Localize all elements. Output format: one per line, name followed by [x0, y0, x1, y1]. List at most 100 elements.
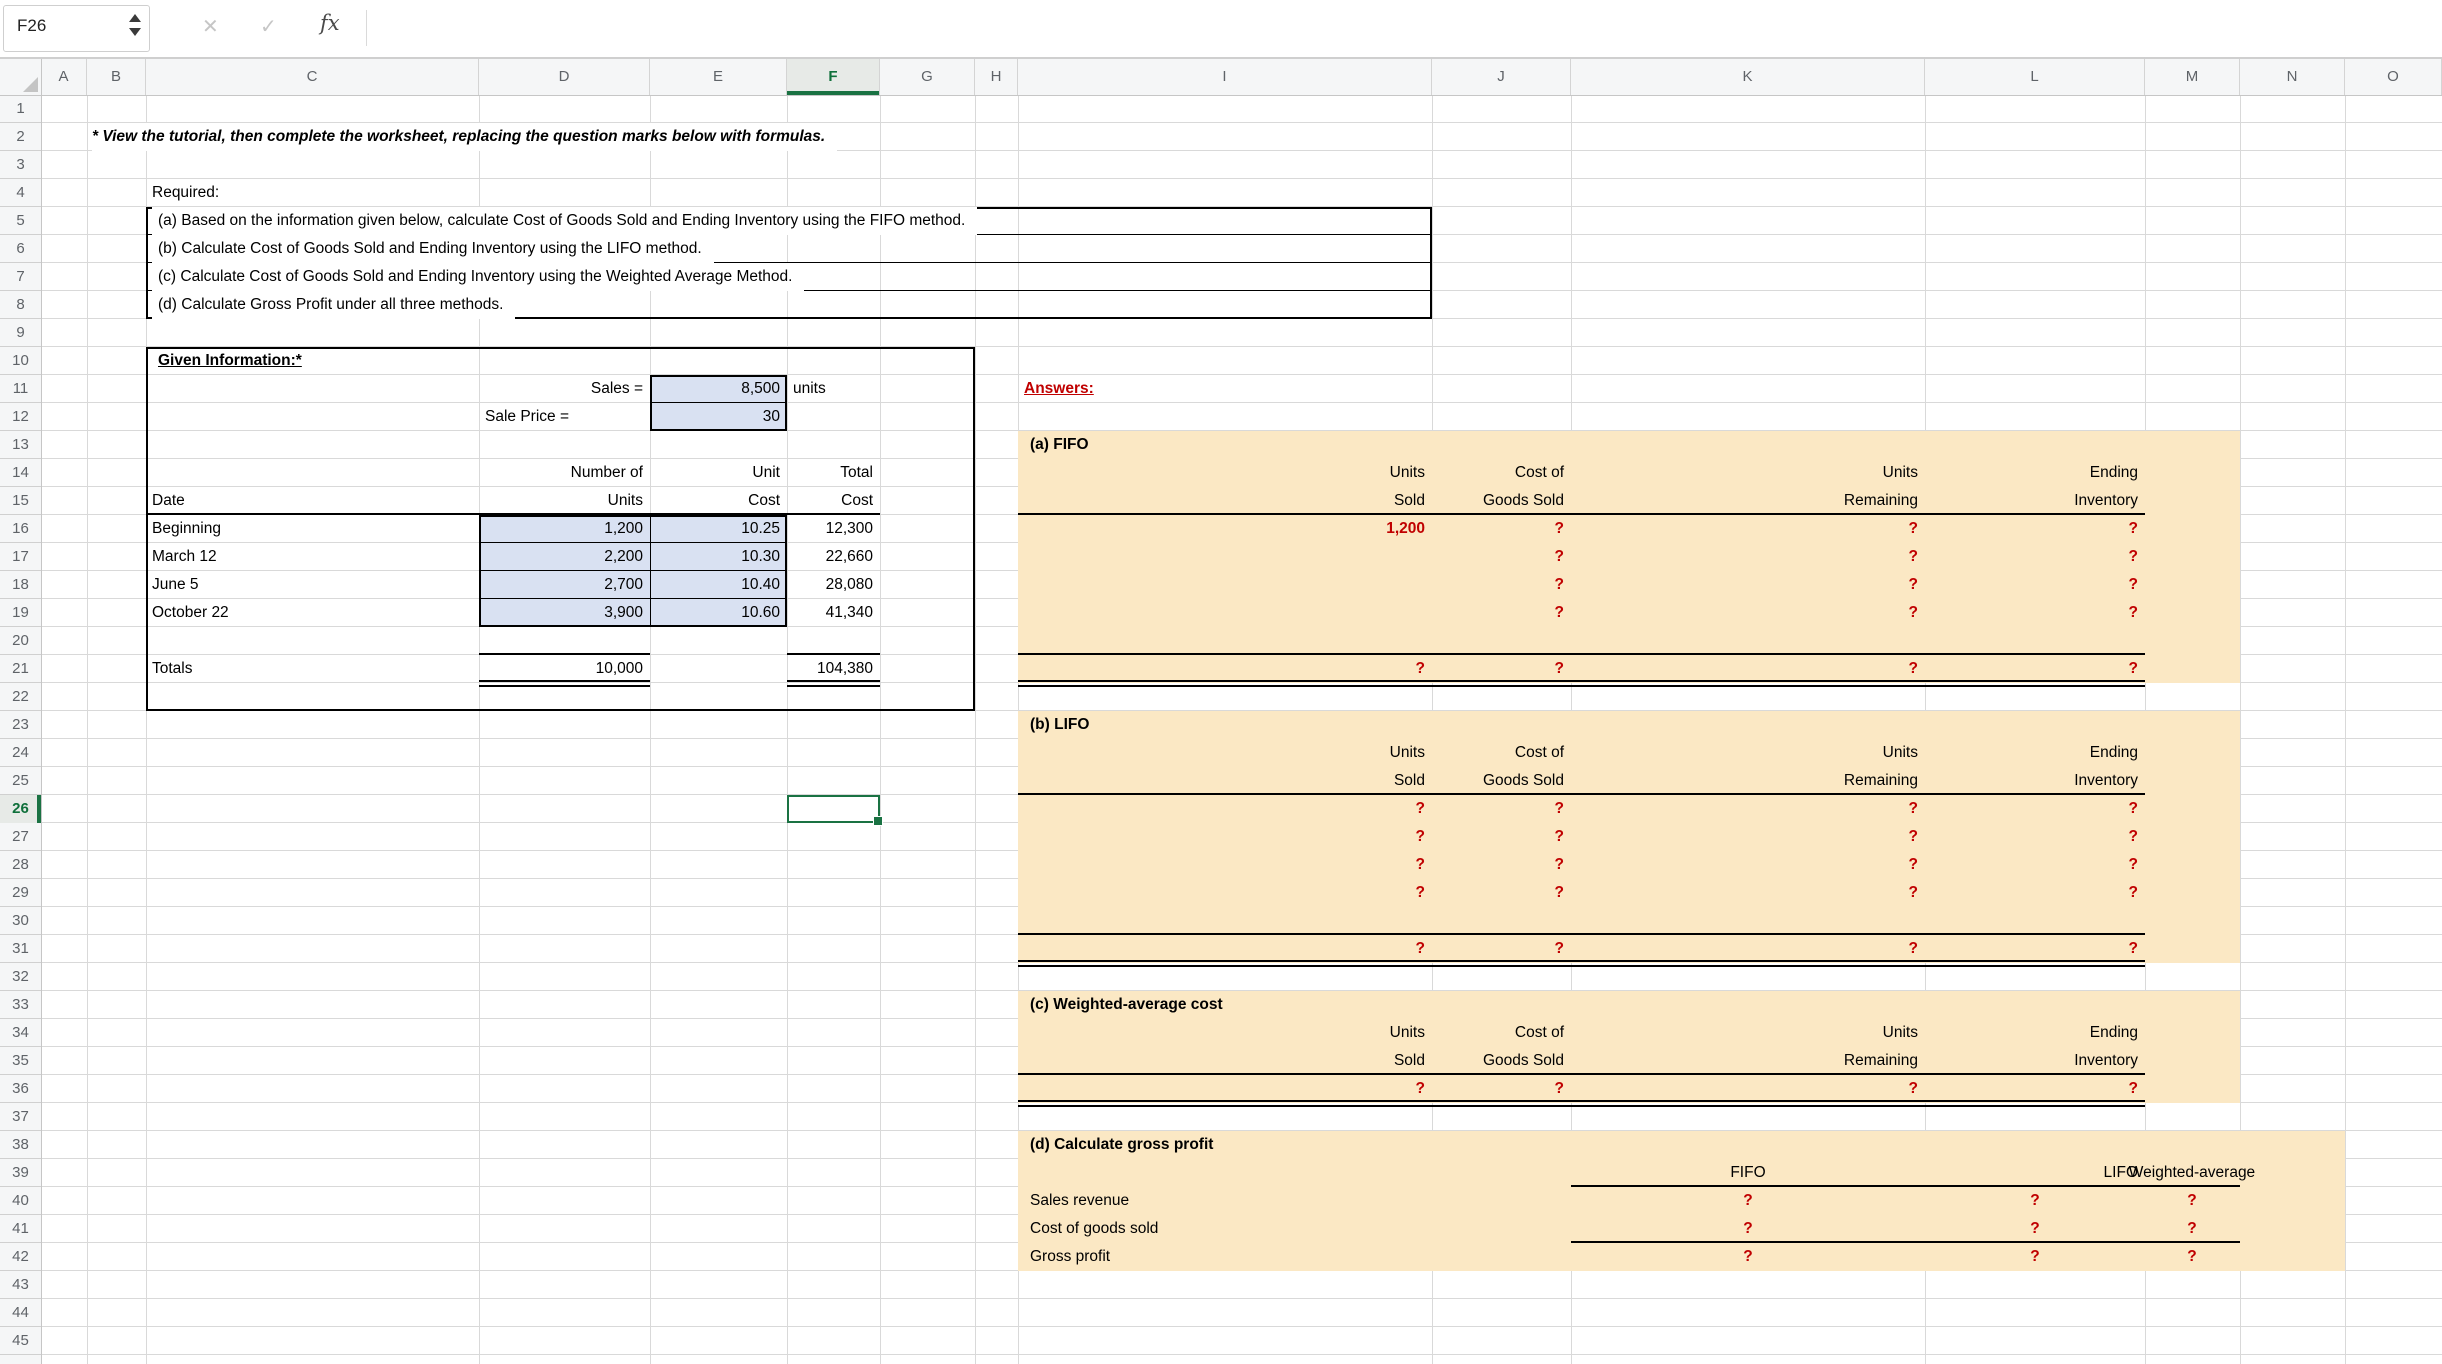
gp-label-sales-revenue[interactable]: Sales revenue [1024, 1187, 1129, 1215]
cell-date-2[interactable]: June 5 [146, 571, 479, 599]
row-header-8[interactable]: 8 [0, 291, 41, 319]
lifo-total-remaining[interactable]: ? [1571, 935, 1925, 963]
row-header-15[interactable]: 15 [0, 487, 41, 515]
col-header-units[interactable]: Units [479, 487, 650, 515]
row-header-35[interactable]: 35 [0, 1047, 41, 1075]
cell-date-3[interactable]: October 22 [146, 599, 479, 627]
row-header-11[interactable]: 11 [0, 375, 41, 403]
row-header-31[interactable]: 31 [0, 935, 41, 963]
cell-units-1[interactable]: 2,200 [479, 543, 650, 571]
row-header-3[interactable]: 3 [0, 151, 41, 179]
weighted-title[interactable]: (c) Weighted-average cost [1024, 991, 1223, 1019]
column-header-L[interactable]: L [1925, 58, 2145, 95]
formula-input[interactable] [380, 0, 2442, 55]
column-header-E[interactable]: E [650, 58, 787, 95]
fifo-r0-units-sold[interactable]: 1,200 [1018, 515, 1432, 543]
cell-instruction[interactable]: * View the tutorial, then complete the w… [92, 123, 837, 151]
lifo-r1-remaining[interactable]: ? [1571, 823, 1925, 851]
active-cell-selection[interactable] [787, 795, 880, 823]
fifo-r3-remaining[interactable]: ? [1571, 599, 1925, 627]
weighted-hdr-units[interactable]: Units [1018, 1019, 1432, 1047]
cell-unitcost-1[interactable]: 10.30 [650, 543, 787, 571]
row-header-43[interactable]: 43 [0, 1271, 41, 1299]
fifo-total-cogs[interactable]: ? [1432, 655, 1571, 683]
cell-sale-price-label[interactable]: Sale Price = [479, 403, 650, 431]
row-header-5[interactable]: 5 [0, 207, 41, 235]
column-header-K[interactable]: K [1571, 58, 1925, 95]
col-header-unit[interactable]: Unit [650, 459, 787, 487]
cell-unitcost-2[interactable]: 10.40 [650, 571, 787, 599]
lifo-r3-ending[interactable]: ? [1925, 879, 2145, 907]
gp-sales-wavg[interactable]: ? [2187, 1187, 2196, 1215]
row-header-2[interactable]: 2 [0, 123, 41, 151]
row-header-36[interactable]: 36 [0, 1075, 41, 1103]
row-header-33[interactable]: 33 [0, 991, 41, 1019]
lifo-r3-remaining[interactable]: ? [1571, 879, 1925, 907]
column-header-F[interactable]: F [787, 58, 880, 95]
lifo-r0-cogs[interactable]: ? [1432, 795, 1571, 823]
row-header-12[interactable]: 12 [0, 403, 41, 431]
gp-cogs-fifo[interactable]: ? [1743, 1215, 1752, 1243]
fifo-total-remaining[interactable]: ? [1571, 655, 1925, 683]
lifo-hdr-sold[interactable]: Sold [1018, 767, 1432, 795]
fifo-hdr-goods-sold[interactable]: Goods Sold [1432, 487, 1571, 515]
cell-totals-label[interactable]: Totals [146, 655, 479, 683]
gp-label-cogs[interactable]: Cost of goods sold [1024, 1215, 1158, 1243]
cell-required-item-a[interactable]: (a) Based on the information given below… [152, 207, 977, 235]
gp-hdr-fifo[interactable]: FIFO [1571, 1159, 1925, 1187]
lifo-r3-units-sold[interactable]: ? [1018, 879, 1432, 907]
row-header-7[interactable]: 7 [0, 263, 41, 291]
cell-required-item-c[interactable]: (c) Calculate Cost of Goods Sold and End… [152, 263, 804, 291]
column-header-H[interactable]: H [975, 58, 1018, 95]
cell-sales-label[interactable]: Sales = [479, 375, 650, 403]
column-header-B[interactable]: B [87, 58, 146, 95]
name-box-spinner[interactable] [129, 14, 141, 44]
lifo-title[interactable]: (b) LIFO [1024, 711, 1089, 739]
cell-date-0[interactable]: Beginning [146, 515, 479, 543]
cell-units-0[interactable]: 1,200 [479, 515, 650, 543]
gp-hdr-wavg[interactable]: Weighted-average [2129, 1159, 2255, 1187]
lifo-total-ending[interactable]: ? [1925, 935, 2145, 963]
row-header-1[interactable]: 1 [0, 95, 41, 123]
weighted-hdr-cost-of[interactable]: Cost of [1432, 1019, 1571, 1047]
row-header-16[interactable]: 16 [0, 515, 41, 543]
row-header-21[interactable]: 21 [0, 655, 41, 683]
spinner-down-icon[interactable] [129, 28, 141, 36]
column-header-A[interactable]: A [41, 58, 87, 95]
lifo-hdr-inventory[interactable]: Inventory [1925, 767, 2145, 795]
cell-totalcost-3[interactable]: 41,340 [787, 599, 880, 627]
gp-gross-lifo[interactable]: ? [2030, 1243, 2039, 1271]
weighted-hdr-units2[interactable]: Units [1571, 1019, 1925, 1047]
cell-totals-cost[interactable]: 104,380 [787, 655, 880, 683]
gp-label-gross-profit[interactable]: Gross profit [1024, 1243, 1110, 1271]
lifo-r2-ending[interactable]: ? [1925, 851, 2145, 879]
weighted-hdr-remaining[interactable]: Remaining [1571, 1047, 1925, 1075]
row-header-40[interactable]: 40 [0, 1187, 41, 1215]
row-header-24[interactable]: 24 [0, 739, 41, 767]
gross-profit-title[interactable]: (d) Calculate gross profit [1024, 1131, 1213, 1159]
fifo-r1-cogs[interactable]: ? [1432, 543, 1571, 571]
row-header-28[interactable]: 28 [0, 851, 41, 879]
weighted-hdr-sold[interactable]: Sold [1018, 1047, 1432, 1075]
lifo-r2-cogs[interactable]: ? [1432, 851, 1571, 879]
lifo-hdr-remaining[interactable]: Remaining [1571, 767, 1925, 795]
lifo-r1-units-sold[interactable]: ? [1018, 823, 1432, 851]
row-header-37[interactable]: 37 [0, 1103, 41, 1131]
cell-totalcost-0[interactable]: 12,300 [787, 515, 880, 543]
fifo-r3-cogs[interactable]: ? [1432, 599, 1571, 627]
col-header-date[interactable]: Date [146, 487, 479, 515]
weighted-cogs[interactable]: ? [1432, 1075, 1571, 1103]
lifo-r3-cogs[interactable]: ? [1432, 879, 1571, 907]
gp-gross-wavg[interactable]: ? [2187, 1243, 2196, 1271]
fifo-hdr-cost-of[interactable]: Cost of [1432, 459, 1571, 487]
row-header-26[interactable]: 26 [0, 795, 41, 823]
row-header-29[interactable]: 29 [0, 879, 41, 907]
lifo-r0-ending[interactable]: ? [1925, 795, 2145, 823]
fifo-r2-cogs[interactable]: ? [1432, 571, 1571, 599]
name-box[interactable]: F26 [3, 5, 150, 52]
cell-date-1[interactable]: March 12 [146, 543, 479, 571]
cell-units-2[interactable]: 2,700 [479, 571, 650, 599]
row-header-46[interactable] [0, 1355, 41, 1364]
cell-required-item-d[interactable]: (d) Calculate Gross Profit under all thr… [152, 291, 515, 319]
lifo-r1-ending[interactable]: ? [1925, 823, 2145, 851]
